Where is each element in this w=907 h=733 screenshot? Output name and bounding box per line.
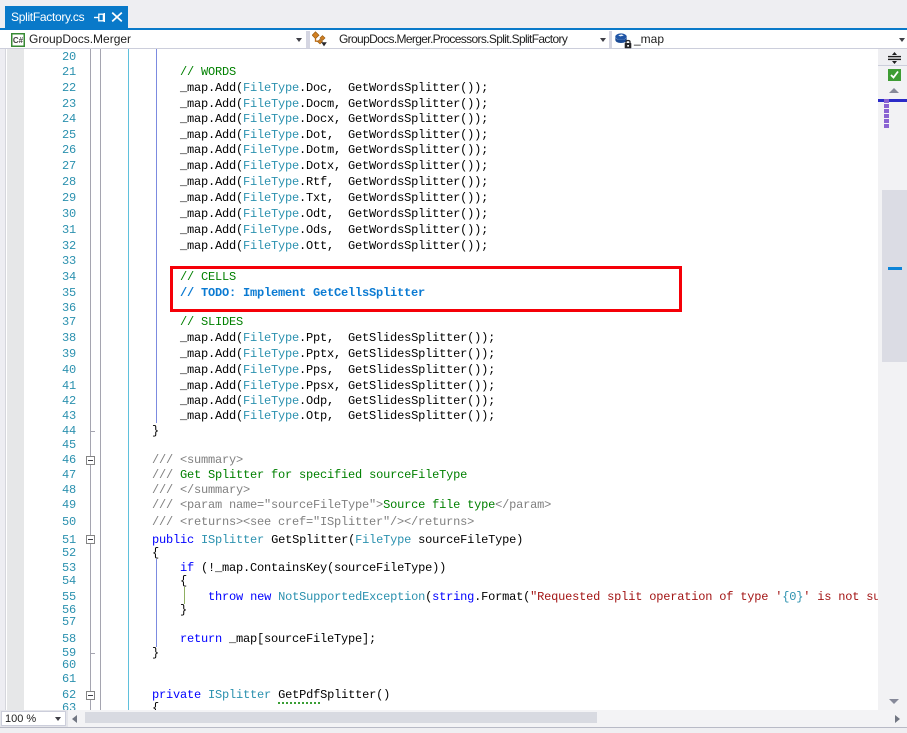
svg-text:C#: C# xyxy=(13,36,24,45)
